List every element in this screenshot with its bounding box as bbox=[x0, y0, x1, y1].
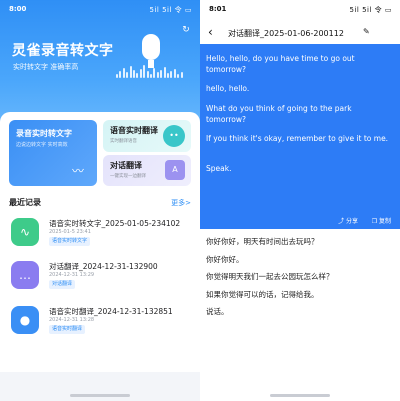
refresh-icon[interactable]: ↻ bbox=[180, 24, 192, 36]
original-line: 如果你觉得可以的话，记得给我。 bbox=[206, 290, 319, 299]
original-line: 说话。 bbox=[206, 307, 229, 316]
translation-line: Hello, hello, do you have time to go out… bbox=[206, 54, 355, 74]
original-line: 你好你好。 bbox=[206, 255, 244, 264]
record-date: 2025-01-5 23:41 bbox=[49, 229, 91, 235]
edit-icon[interactable]: ✎ bbox=[363, 27, 370, 36]
share-button[interactable]: ⤴ 分享 bbox=[338, 216, 358, 225]
detail-screen: 8:01 5il 5il 令 ▭ ‹ 对话翻译_2025-01-06-20011… bbox=[200, 0, 400, 401]
original-line: 你好你好，明天有时间出去玩吗？ bbox=[206, 237, 319, 246]
app-title: 灵雀录音转文字 bbox=[12, 43, 114, 59]
translate-icon: •• bbox=[163, 125, 185, 147]
back-arrow-icon[interactable]: ‹ bbox=[208, 26, 213, 38]
original-line: 你觉得明天我们一起去公园玩怎么样？ bbox=[206, 272, 334, 281]
translation-line: What do you think of going to the park t… bbox=[206, 104, 352, 124]
sound-bar bbox=[136, 73, 139, 78]
translation-line: Speak. bbox=[206, 164, 232, 173]
sound-bar bbox=[143, 65, 146, 78]
sound-bars-icon bbox=[116, 64, 186, 78]
record-title: 对话翻译_2025-01-06-200112 bbox=[228, 29, 344, 38]
realtime-card-title: 录音实时转文字 bbox=[16, 129, 72, 138]
sound-bar bbox=[146, 71, 149, 78]
mic-icon: ● bbox=[11, 306, 39, 334]
sound-bar bbox=[173, 69, 176, 78]
sound-bar bbox=[129, 66, 132, 78]
sound-bar bbox=[170, 71, 173, 78]
record-name: 对话翻译_2024-12-31-132900 bbox=[49, 262, 158, 271]
sound-bar bbox=[139, 69, 142, 78]
translation-line: If you think it's okay, remember to give… bbox=[206, 134, 389, 143]
translate-card-title: 语音实时翻译 bbox=[110, 126, 158, 135]
translation-panel: Hello, hello, do you have time to go out… bbox=[200, 44, 400, 229]
status-bar: 8:00 5il 5il 令 ▭ bbox=[0, 0, 200, 18]
recent-records-heading: 最近记录 bbox=[9, 198, 41, 207]
status-icons: 5il 5il 令 ▭ bbox=[149, 6, 192, 14]
sound-bar bbox=[122, 68, 125, 78]
sound-bar bbox=[153, 68, 156, 78]
dialog-card-title: 对话翻译 bbox=[110, 161, 142, 170]
record-item[interactable]: ● 语音实时翻译_2024-12-31-132851 2024-12-31 13… bbox=[9, 303, 191, 339]
record-tag: 对话翻译 bbox=[49, 280, 76, 289]
copy-button[interactable]: ❐ 复制 bbox=[372, 216, 391, 225]
language-icon: A bbox=[165, 160, 185, 180]
record-tag: 语音实时翻译 bbox=[49, 325, 86, 334]
dialog-icon: … bbox=[11, 261, 39, 289]
sound-bar bbox=[119, 71, 122, 78]
record-name: 语音实时转文字_2025-01-05-234102 bbox=[49, 219, 181, 228]
waveform-icon: ∿ bbox=[11, 218, 39, 246]
sound-bar bbox=[156, 72, 159, 78]
sound-bar bbox=[177, 74, 180, 78]
status-bar: 8:01 5il 5il 令 ▭ bbox=[200, 0, 400, 18]
record-name: 语音实时翻译_2024-12-31-132851 bbox=[49, 307, 173, 316]
realtime-card-subtitle: 边说边转文字 实时高效 bbox=[16, 142, 68, 148]
record-item[interactable]: ∿ 语音实时转文字_2025-01-05-234102 2025-01-5 23… bbox=[9, 215, 191, 251]
sound-bar bbox=[150, 74, 152, 78]
app-subtitle: 实时转文字 准确率高 bbox=[13, 63, 79, 71]
record-date: 2024-12-31 13:28 bbox=[49, 317, 95, 323]
copy-label: 复制 bbox=[378, 218, 391, 225]
sound-bar bbox=[126, 72, 129, 78]
record-item[interactable]: … 对话翻译_2024-12-31-132900 2024-12-31 13:2… bbox=[9, 258, 191, 294]
realtime-transcribe-card[interactable]: 录音实时转文字 边说边转文字 实时高效 〰 bbox=[9, 120, 97, 186]
dialog-card-subtitle: 一键实现一边翻译 bbox=[110, 174, 146, 179]
sound-bar bbox=[116, 74, 118, 78]
status-time: 8:00 bbox=[9, 5, 27, 13]
sound-bar bbox=[133, 70, 135, 78]
home-gesture-bar[interactable] bbox=[70, 394, 130, 397]
status-time: 8:01 bbox=[209, 5, 227, 13]
record-date: 2024-12-31 13:29 bbox=[49, 272, 95, 278]
more-records-link[interactable]: 更多> bbox=[171, 198, 191, 208]
sound-bar bbox=[163, 67, 166, 78]
record-tag: 语音实时转文字 bbox=[49, 237, 91, 246]
home-gesture-bar[interactable] bbox=[270, 394, 330, 397]
home-screen: 8:00 5il 5il 令 ▭ ↻ 灵雀录音转文字 实时转文字 准确率高 录音… bbox=[0, 0, 200, 401]
waveform-icon: 〰 bbox=[71, 164, 84, 178]
translation-line: hello, hello. bbox=[206, 84, 250, 93]
sound-bar bbox=[160, 70, 163, 78]
voice-translate-card[interactable]: 语音实时翻译 实时翻译语音 •• bbox=[103, 120, 191, 152]
sound-bar bbox=[167, 73, 169, 78]
sound-bar bbox=[180, 72, 183, 78]
status-icons: 5il 5il 令 ▭ bbox=[349, 6, 392, 14]
translate-card-subtitle: 实时翻译语音 bbox=[110, 139, 137, 144]
share-label: 分享 bbox=[345, 218, 358, 225]
dialog-translate-card[interactable]: 对话翻译 一键实现一边翻译 A bbox=[103, 155, 191, 186]
